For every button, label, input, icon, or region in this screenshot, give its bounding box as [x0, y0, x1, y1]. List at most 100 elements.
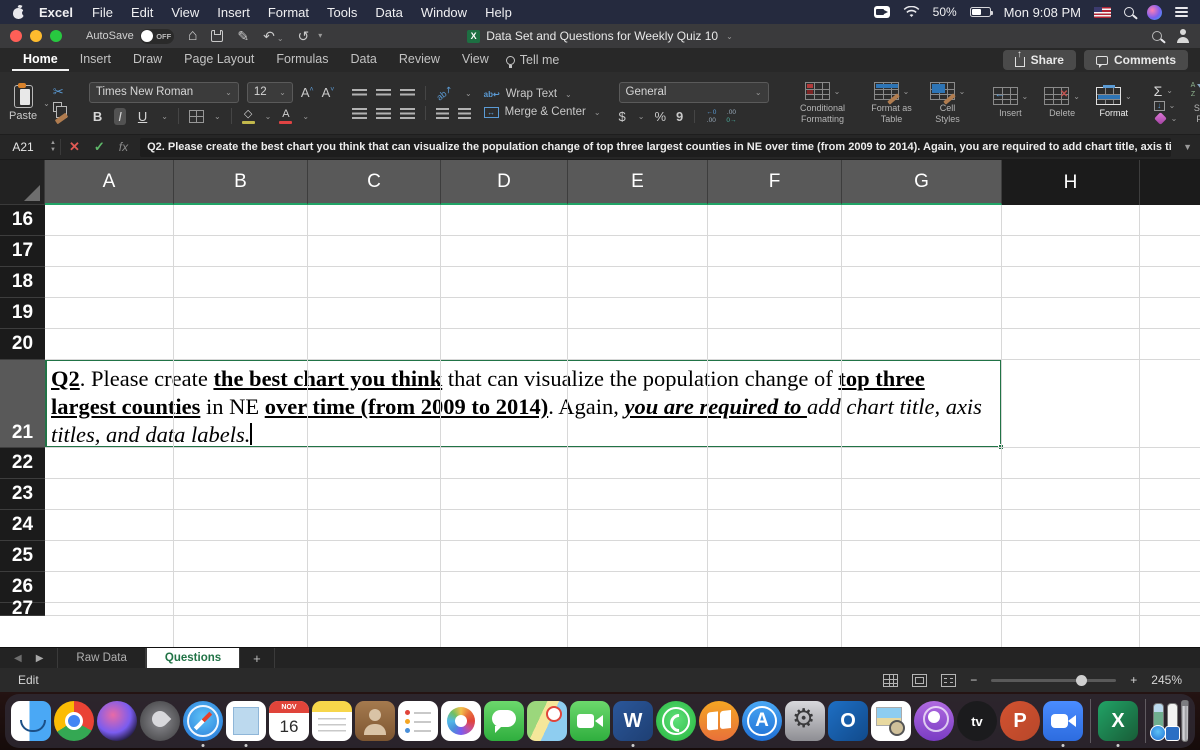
orientation-icon[interactable]: ab↗: [435, 83, 456, 103]
row-header-23[interactable]: 23: [0, 479, 45, 510]
zoom-in-button[interactable]: +: [1130, 673, 1137, 687]
document-title[interactable]: Data Set and Questions for Weekly Quiz 1…: [486, 29, 718, 43]
currency-button[interactable]: $: [619, 109, 626, 124]
dock-safari-icon[interactable]: [183, 701, 223, 747]
dock-podcasts-icon[interactable]: [914, 701, 954, 741]
clear-button[interactable]: ⌄: [1153, 111, 1177, 125]
zoom-slider-knob[interactable]: [1076, 674, 1088, 686]
siri-icon[interactable]: [1147, 4, 1162, 20]
ribbon-tab-home[interactable]: Home: [12, 49, 69, 71]
dock-notes-icon[interactable]: [312, 701, 352, 741]
column-header-G[interactable]: G: [842, 160, 1002, 205]
format-cells-button[interactable]: ⌄ Format: [1092, 85, 1136, 118]
cancel-entry-button[interactable]: ✕: [61, 139, 88, 155]
row-header-20[interactable]: 20: [0, 329, 45, 360]
zoom-level[interactable]: 245%: [1151, 673, 1182, 687]
cells-area[interactable]: Q2. Please create the best chart you thi…: [45, 205, 1200, 647]
row-header-16[interactable]: 16: [0, 205, 45, 236]
ribbon-tab-insert[interactable]: Insert: [69, 49, 122, 71]
dock-contacts-icon[interactable]: [355, 701, 395, 741]
align-left-icon[interactable]: [352, 107, 368, 119]
row-header-24[interactable]: 24: [0, 510, 45, 541]
minimize-window-button[interactable]: [30, 30, 42, 42]
align-bottom-icon[interactable]: [400, 89, 416, 97]
decrease-font-icon[interactable]: A˅: [322, 85, 335, 100]
fill-color-button[interactable]: ◇: [241, 108, 255, 124]
toolbar-options-icon[interactable]: ▾: [318, 32, 322, 40]
name-box-stepper[interactable]: ▲ ▼: [46, 139, 61, 155]
sheet-tab-questions[interactable]: Questions: [145, 648, 241, 668]
autosave-toggle[interactable]: OFF: [139, 28, 174, 44]
page-break-view-icon[interactable]: [941, 673, 957, 687]
column-header-C[interactable]: C: [308, 160, 441, 205]
dock-calendar-icon[interactable]: NOV 16: [269, 701, 309, 741]
dock-facetime-icon[interactable]: [570, 701, 610, 741]
video-camera-icon[interactable]: [873, 6, 890, 18]
row-header-19[interactable]: 19: [0, 298, 45, 329]
column-header-E[interactable]: E: [568, 160, 708, 205]
dock-whatsapp-icon[interactable]: [656, 701, 696, 741]
align-right-icon[interactable]: [400, 107, 416, 119]
align-center-icon[interactable]: [376, 107, 392, 119]
doc-title-chevron-icon[interactable]: ⌄: [726, 32, 733, 41]
italic-button[interactable]: I: [114, 107, 126, 125]
us-flag-icon[interactable]: [1094, 6, 1111, 18]
menu-view[interactable]: View: [162, 5, 208, 20]
number-format-select[interactable]: General ⌄: [618, 81, 769, 103]
dock-appstore-icon[interactable]: A: [742, 701, 782, 741]
column-header-B[interactable]: B: [174, 160, 308, 205]
dock-powerpoint-icon[interactable]: P: [1000, 701, 1040, 741]
orientation-chevron-icon[interactable]: ⌄: [465, 89, 472, 98]
menu-tools[interactable]: Tools: [318, 5, 366, 20]
comma-style-button[interactable]: 9: [676, 109, 683, 124]
menu-format[interactable]: Format: [259, 5, 318, 20]
delete-cells-button[interactable]: ⌄Delete: [1040, 87, 1084, 118]
close-window-button[interactable]: [10, 30, 22, 42]
ribbon-tab-view[interactable]: View: [451, 49, 500, 71]
normal-view-icon[interactable]: [883, 673, 899, 687]
share-button[interactable]: Share: [1002, 49, 1076, 70]
dock-finder-icon[interactable]: [11, 701, 51, 741]
dock-system-preferences-icon[interactable]: [785, 701, 825, 741]
formula-input[interactable]: Q2. Please create the best chart you thi…: [140, 137, 1172, 157]
confirm-entry-button[interactable]: ✓: [88, 139, 111, 155]
conditional-formatting-button[interactable]: ⌄ Conditional Formatting: [787, 82, 859, 124]
zoom-slider[interactable]: [991, 674, 1117, 686]
menu-window[interactable]: Window: [412, 5, 476, 20]
ribbon-tab-page-layout[interactable]: Page Layout: [173, 49, 265, 71]
row-header-22[interactable]: 22: [0, 448, 45, 479]
app-menu-excel[interactable]: Excel: [29, 5, 83, 20]
active-cell-text[interactable]: Q2. Please create the best chart you thi…: [51, 365, 994, 449]
wifi-icon[interactable]: [903, 6, 920, 18]
profile-icon[interactable]: [1176, 29, 1190, 43]
insert-function-button[interactable]: fx: [111, 140, 136, 154]
dock-apple-tv-icon[interactable]: tv: [957, 701, 997, 741]
increase-font-icon[interactable]: A˄: [301, 85, 314, 100]
tell-me-button[interactable]: Tell me: [505, 53, 559, 68]
zoom-out-button[interactable]: −: [970, 673, 977, 687]
home-icon[interactable]: ⌂: [188, 28, 198, 44]
cell-styles-button[interactable]: ⌄ Cell Styles: [925, 82, 971, 124]
ribbon-tab-data[interactable]: Data: [339, 49, 387, 71]
dock-reminders-icon[interactable]: [398, 701, 438, 741]
column-header-D[interactable]: D: [441, 160, 568, 205]
row-header-17[interactable]: 17: [0, 236, 45, 267]
align-top-icon[interactable]: [352, 89, 368, 97]
column-header-H[interactable]: H: [1002, 160, 1140, 205]
font-size-select[interactable]: 12 ⌄: [246, 81, 293, 103]
decrease-indent-icon[interactable]: [436, 107, 450, 119]
add-sheet-button[interactable]: +: [240, 648, 275, 668]
row-header-27[interactable]: 27: [0, 598, 45, 619]
dock-messages-icon[interactable]: [484, 701, 524, 741]
borders-icon[interactable]: [188, 109, 204, 123]
menu-data[interactable]: Data: [366, 5, 411, 20]
undo-icon[interactable]: ↶ ⌄: [263, 29, 283, 43]
merge-center-button[interactable]: ↔ Merge & Center ⌄: [483, 106, 601, 118]
dock-maps-icon[interactable]: [527, 701, 567, 741]
menu-insert[interactable]: Insert: [208, 5, 259, 20]
increase-indent-icon[interactable]: [458, 107, 472, 119]
dock-launchpad-icon[interactable]: [140, 701, 180, 741]
titlebar-search-icon[interactable]: [1152, 31, 1162, 41]
format-as-table-button[interactable]: ⌄ Format as Table: [865, 82, 919, 124]
underline-button[interactable]: U: [134, 108, 151, 125]
